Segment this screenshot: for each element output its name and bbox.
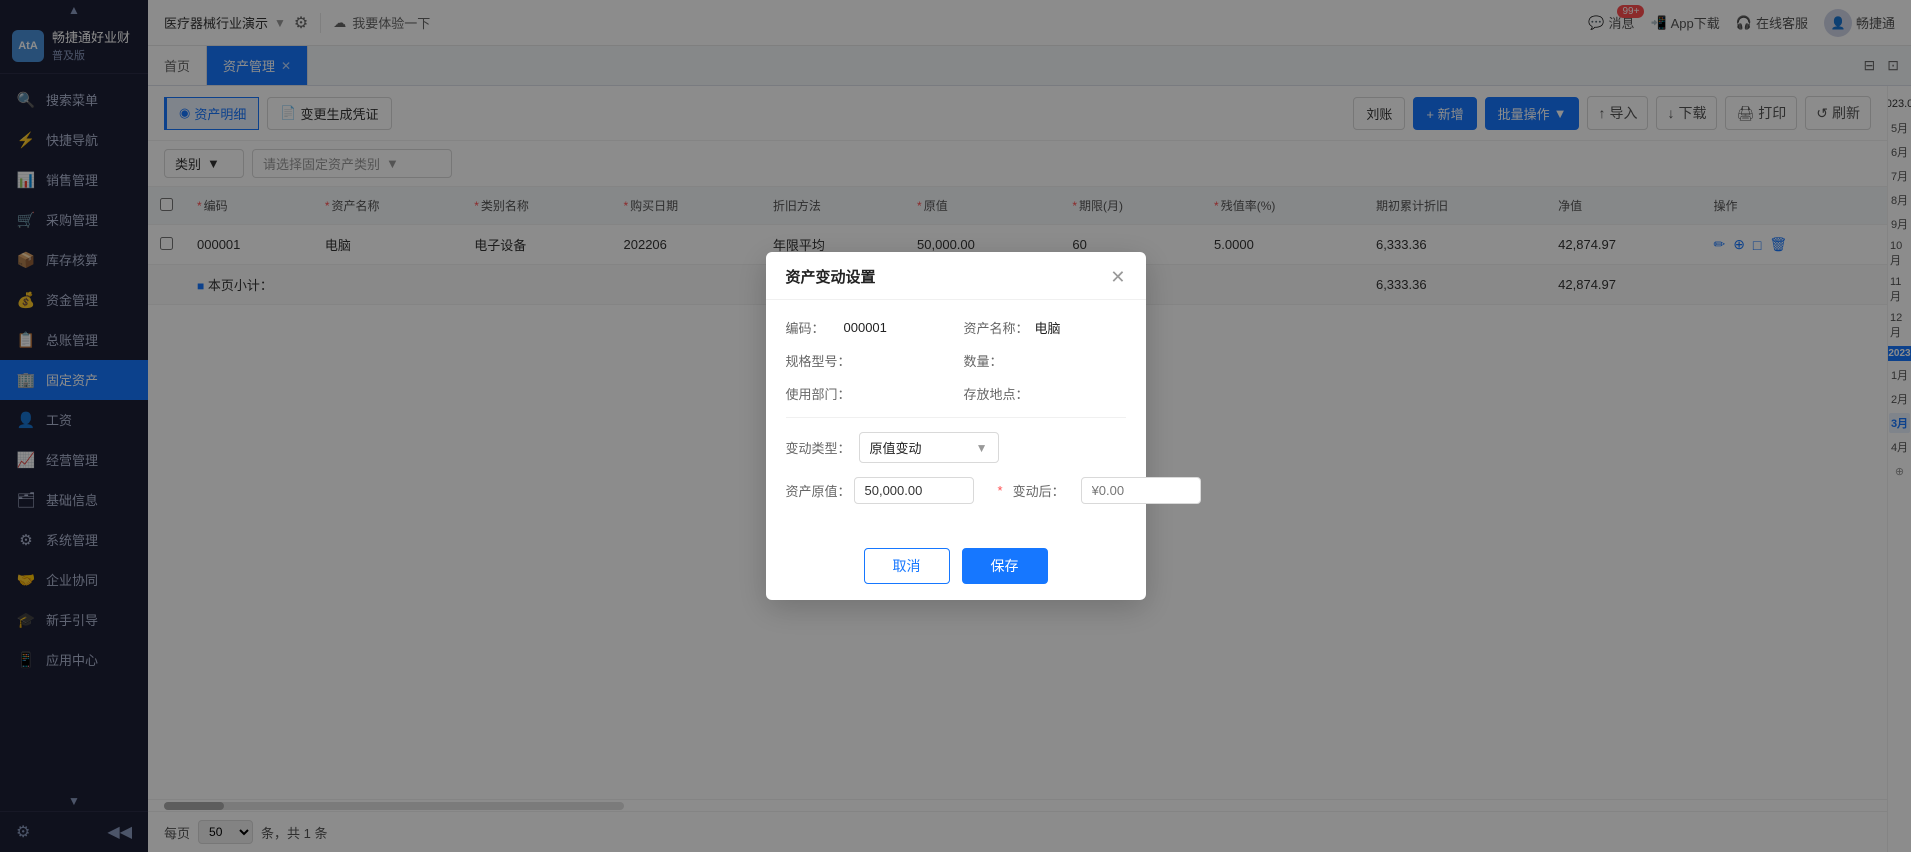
modal-location-label: 存放地点：	[964, 384, 1029, 403]
modal-dept-label: 使用部门：	[786, 384, 851, 403]
modal-field-name: 资产名称： 电脑	[964, 318, 1126, 337]
modal-row-dept-location: 使用部门： 存放地点：	[786, 384, 1126, 403]
modal-name-value: 电脑	[1035, 318, 1061, 337]
modal-original-value: 50,000.00	[854, 477, 974, 504]
modal-divider	[786, 417, 1126, 418]
modal-required-star: *	[998, 483, 1003, 498]
modal-header: 资产变动设置 ✕	[766, 252, 1146, 300]
modal-change-type-row: 变动类型： 原值变动 ▼	[786, 432, 1126, 463]
modal-field-qty: 数量：	[964, 351, 1126, 370]
modal-body: 编码： 000001 资产名称： 电脑 规格型号： 数量：	[766, 300, 1146, 536]
modal-footer: 取消 保存	[766, 536, 1146, 600]
modal-field-dept: 使用部门：	[786, 384, 948, 403]
save-button[interactable]: 保存	[962, 548, 1048, 584]
modal-field-code: 编码： 000001	[786, 318, 948, 337]
modal-field-location: 存放地点：	[964, 384, 1126, 403]
modal-name-label: 资产名称：	[964, 318, 1029, 337]
modal-row-code-name: 编码： 000001 资产名称： 电脑	[786, 318, 1126, 337]
cancel-button[interactable]: 取消	[864, 548, 950, 584]
modal-spec-label: 规格型号：	[786, 351, 851, 370]
modal-change-type-value: 原值变动	[870, 438, 970, 457]
cancel-label: 取消	[893, 558, 921, 574]
modal-qty-label: 数量：	[964, 351, 1016, 370]
modal-code-value: 000001	[844, 320, 887, 335]
modal-change-type-select[interactable]: 原值变动 ▼	[859, 432, 999, 463]
modal-overlay: 资产变动设置 ✕ 编码： 000001 资产名称： 电脑 规格型号：	[0, 0, 1911, 852]
modal-original-row: 资产原值： 50,000.00 * 变动后：	[786, 477, 1126, 504]
modal-close-btn[interactable]: ✕	[1110, 268, 1125, 286]
asset-change-modal: 资产变动设置 ✕ 编码： 000001 资产名称： 电脑 规格型号：	[766, 252, 1146, 600]
modal-row-spec-qty: 规格型号： 数量：	[786, 351, 1126, 370]
modal-change-type-arrow: ▼	[976, 441, 988, 455]
modal-title: 资产变动设置	[786, 266, 876, 287]
modal-after-label: 变动后：	[1013, 481, 1073, 500]
modal-field-spec: 规格型号：	[786, 351, 948, 370]
modal-code-label: 编码：	[786, 318, 838, 337]
save-label: 保存	[991, 558, 1019, 574]
modal-original-label: 资产原值：	[786, 481, 846, 500]
modal-change-type-label: 变动类型：	[786, 438, 851, 457]
modal-after-input[interactable]	[1081, 477, 1201, 504]
